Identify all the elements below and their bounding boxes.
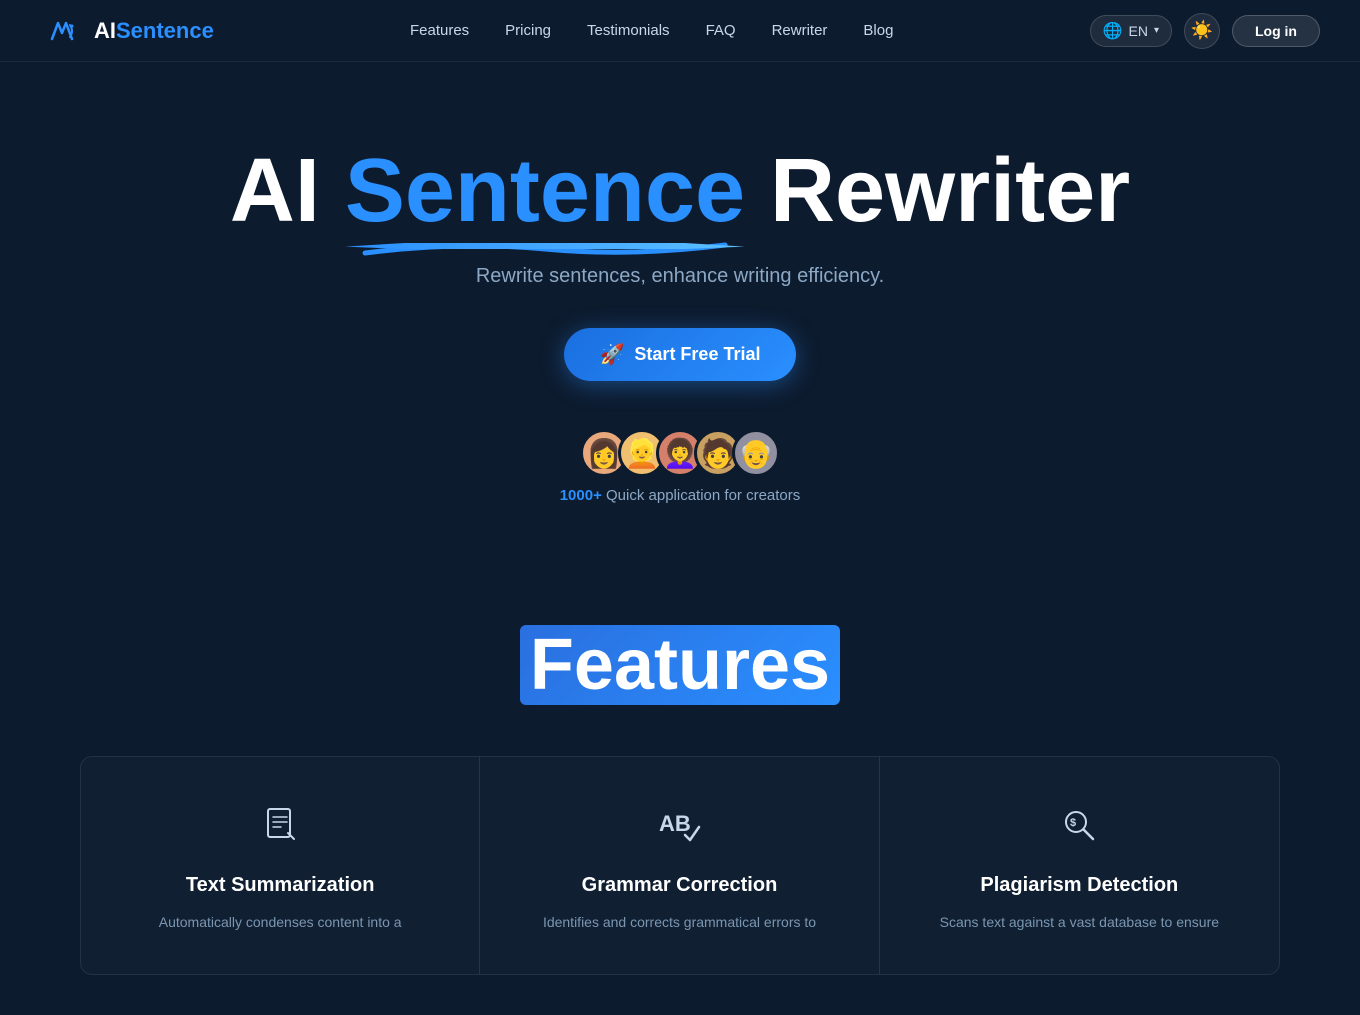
user-count: 1000+ (560, 487, 602, 504)
feature-desc-plagiarism: Scans text against a vast database to en… (940, 911, 1219, 934)
avatar: 👴 (732, 429, 780, 477)
feature-desc-grammar: Identifies and corrects grammatical erro… (543, 911, 816, 934)
social-proof: 👩 👱 👩‍🦱 🧑 👴 1000+ Quick application for … (560, 429, 801, 504)
nav-item-pricing[interactable]: Pricing (505, 22, 551, 39)
hero-title-highlight: Sentence (345, 142, 745, 241)
language-selector[interactable]: 🌐 EN ▾ (1090, 15, 1172, 47)
feature-title-summarization: Text Summarization (186, 874, 375, 897)
nav-item-rewriter[interactable]: Rewriter (772, 22, 828, 39)
lang-label: EN (1129, 23, 1148, 39)
nav-item-faq[interactable]: FAQ (706, 22, 736, 39)
navbar: AISentence Features Pricing Testimonials… (0, 0, 1360, 62)
globe-icon: 🌐 (1103, 21, 1123, 41)
text-summarization-icon (260, 805, 300, 854)
nav-item-features[interactable]: Features (410, 22, 469, 39)
avatar-group: 👩 👱 👩‍🦱 🧑 👴 (580, 429, 780, 477)
feature-card-summarization: Text Summarization Automatically condens… (81, 757, 480, 974)
hero-subtitle: Rewrite sentences, enhance writing effic… (476, 265, 884, 288)
theme-toggle-button[interactable]: ☀️ (1184, 13, 1220, 49)
features-section: Features Text Summarization Automaticall… (0, 564, 1360, 1015)
feature-card-grammar: AB Grammar Correction Identifies and cor… (480, 757, 879, 974)
hero-title-suffix: Rewriter (745, 141, 1130, 241)
features-title-highlight: Features (520, 625, 840, 705)
cta-label: Start Free Trial (634, 344, 760, 365)
feature-title-grammar: Grammar Correction (582, 874, 778, 897)
social-proof-text: 1000+ Quick application for creators (560, 487, 801, 504)
hero-title: AI Sentence Rewriter (230, 142, 1130, 241)
login-button[interactable]: Log in (1232, 15, 1320, 47)
hero-title-prefix: AI (230, 141, 345, 241)
features-title: Features (520, 624, 840, 706)
hero-section: AI Sentence Rewriter Rewrite sentences, … (0, 62, 1360, 564)
svg-text:AB: AB (659, 811, 691, 836)
nav-links: Features Pricing Testimonials FAQ Rewrit… (410, 22, 893, 40)
nav-right: 🌐 EN ▾ ☀️ Log in (1090, 13, 1320, 49)
logo-text: AISentence (94, 18, 214, 44)
logo-icon (40, 9, 84, 53)
chevron-down-icon: ▾ (1154, 25, 1159, 36)
plagiarism-detection-icon: $ (1059, 805, 1099, 854)
social-proof-desc: Quick application for creators (606, 487, 800, 504)
grammar-correction-icon: AB (657, 805, 701, 854)
svg-text:$: $ (1070, 817, 1076, 829)
logo-link[interactable]: AISentence (40, 9, 214, 53)
feature-desc-summarization: Automatically condenses content into a (159, 911, 402, 934)
nav-item-testimonials[interactable]: Testimonials (587, 22, 670, 39)
feature-card-plagiarism: $ Plagiarism Detection Scans text agains… (880, 757, 1279, 974)
rocket-icon: 🚀 (600, 342, 625, 367)
feature-title-plagiarism: Plagiarism Detection (980, 874, 1178, 897)
start-free-trial-button[interactable]: 🚀 Start Free Trial (564, 328, 797, 381)
features-title-wrap: Features (520, 624, 840, 706)
nav-item-blog[interactable]: Blog (863, 22, 893, 39)
features-grid: Text Summarization Automatically condens… (80, 756, 1280, 975)
sun-icon: ☀️ (1191, 20, 1213, 41)
